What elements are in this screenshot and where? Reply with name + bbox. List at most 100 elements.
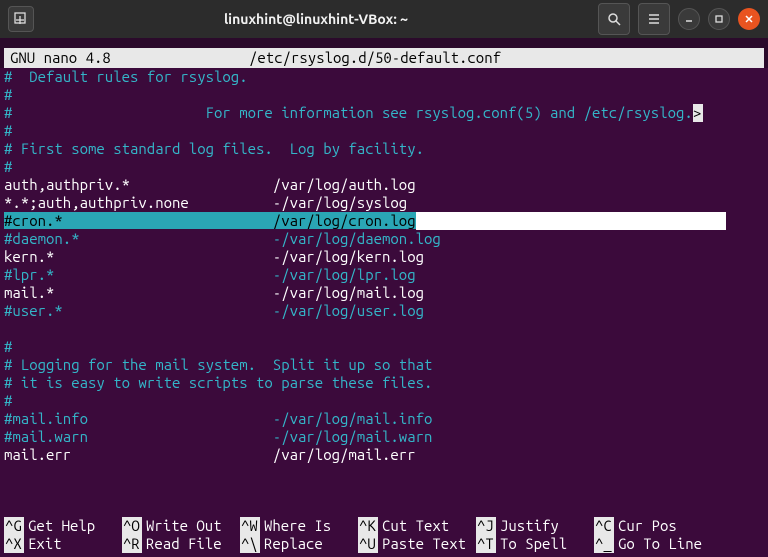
editor-line: #mail.info -/var/log/mail.info — [4, 410, 764, 428]
editor-line: # it is easy to write scripts to parse t… — [4, 374, 764, 392]
editor-line: # — [4, 86, 764, 104]
continuation-indicator: > — [693, 104, 703, 122]
editor-line: #mail.warn -/var/log/mail.warn — [4, 428, 764, 446]
footer-row-1: ^GGet Help^OWrite Out^WWhere Is^KCut Tex… — [4, 517, 764, 535]
comment-text: # — [4, 338, 12, 355]
minimize-icon — [684, 14, 694, 24]
shortcut-cell: ^WWhere Is — [240, 517, 358, 535]
editor-line: #user.* -/var/log/user.log — [4, 302, 764, 320]
shortcut-label: Where Is — [264, 517, 331, 535]
shortcut-cell: ^_Go To Line — [594, 535, 712, 553]
comment-text: # Default rules for rsyslog. — [4, 68, 248, 85]
window-titlebar: linuxhint@linuxhint-VBox: ~ — [0, 0, 768, 38]
shortcut-label: Write Out — [146, 517, 222, 535]
shortcut-key: ^_ — [594, 535, 614, 553]
editor-line: #daemon.* -/var/log/daemon.log — [4, 230, 764, 248]
shortcut-cell: ^GGet Help — [4, 517, 122, 535]
search-button[interactable] — [598, 3, 630, 35]
shortcut-cell: ^OWrite Out — [122, 517, 240, 535]
comment-text: # — [4, 86, 12, 103]
editor-line: *.*;auth,authpriv.none -/var/log/syslog — [4, 194, 764, 212]
minimize-button[interactable] — [678, 8, 700, 30]
shortcut-label: Cur Pos — [618, 517, 677, 535]
nano-footer: ^GGet Help^OWrite Out^WWhere Is^KCut Tex… — [0, 517, 768, 557]
comment-text: #user.* -/var/log/user.log — [4, 302, 424, 319]
comment-text: # For more information see rsyslog.conf(… — [4, 104, 693, 121]
hamburger-icon — [647, 12, 661, 26]
new-tab-icon — [14, 12, 28, 26]
close-icon — [744, 14, 754, 24]
shortcut-key: ^\ — [240, 535, 260, 553]
shortcut-label: To Spell — [500, 535, 567, 553]
shortcut-key: ^U — [358, 535, 378, 553]
window-title: linuxhint@linuxhint-VBox: ~ — [34, 11, 598, 27]
comment-text: # — [4, 122, 12, 139]
code-text: auth,authpriv.* /var/log/auth.log — [4, 176, 416, 193]
code-text: *.*;auth,authpriv.none -/var/log/syslog — [4, 194, 407, 211]
editor-line: # — [4, 338, 764, 356]
shortcut-cell: ^CCur Pos — [594, 517, 712, 535]
footer-row-2: ^XExit^RRead File^\Replace^UPaste Text^T… — [4, 535, 764, 553]
editor-line: # Logging for the mail system. Split it … — [4, 356, 764, 374]
hamburger-menu-button[interactable] — [638, 3, 670, 35]
comment-text: #lpr.* -/var/log/lpr.log — [4, 266, 416, 283]
shortcut-key: ^G — [4, 517, 24, 535]
shortcut-cell: ^\Replace — [240, 535, 358, 553]
shortcut-key: ^X — [4, 535, 24, 553]
titlebar-left — [8, 6, 34, 32]
comment-text: # First some standard log files. Log by … — [4, 140, 424, 157]
shortcut-cell: ^UPaste Text — [358, 535, 476, 553]
code-text: mail.err /var/log/mail.err — [4, 446, 416, 463]
editor-line: auth,authpriv.* /var/log/auth.log — [4, 176, 764, 194]
editor-line: # — [4, 122, 764, 140]
editor-line: # — [4, 392, 764, 410]
editor-line: #cron.* /var/log/cron.log — [4, 212, 764, 230]
nano-filename: /etc/rsyslog.d/50-default.conf — [249, 48, 764, 68]
new-tab-button[interactable] — [8, 6, 34, 32]
shortcut-key: ^K — [358, 517, 378, 535]
editor-line — [4, 320, 764, 338]
editor-line: mail.err /var/log/mail.err — [4, 446, 764, 464]
nano-version: GNU nano 4.8 — [4, 48, 249, 68]
editor-line: # Default rules for rsyslog. — [4, 68, 764, 86]
editor-line: # First some standard log files. Log by … — [4, 140, 764, 158]
current-line-highlight: #cron.* /var/log/cron.log — [4, 212, 416, 229]
editor-line: # For more information see rsyslog.conf(… — [4, 104, 764, 122]
maximize-button[interactable] — [708, 8, 730, 30]
nano-header-bar: GNU nano 4.8 /etc/rsyslog.d/50-default.c… — [4, 48, 764, 68]
close-button[interactable] — [738, 8, 760, 30]
shortcut-key: ^O — [122, 517, 142, 535]
shortcut-label: Cut Text — [382, 517, 449, 535]
editor-line: kern.* -/var/log/kern.log — [4, 248, 764, 266]
editor-viewport[interactable]: # Default rules for rsyslog.## For more … — [0, 68, 768, 517]
shortcut-key: ^W — [240, 517, 260, 535]
shortcut-label: Paste Text — [382, 535, 466, 553]
comment-text: #daemon.* -/var/log/daemon.log — [4, 230, 441, 247]
shortcut-label: Read File — [146, 535, 222, 553]
shortcut-label: Exit — [28, 535, 62, 553]
shortcut-label: Justify — [500, 517, 559, 535]
shortcut-key: ^C — [594, 517, 614, 535]
shortcut-cell: ^KCut Text — [358, 517, 476, 535]
shortcut-label: Get Help — [28, 517, 95, 535]
shortcut-cell: ^JJustify — [476, 517, 594, 535]
code-text: mail.* -/var/log/mail.log — [4, 284, 424, 301]
code-text: kern.* -/var/log/kern.log — [4, 248, 424, 265]
shortcut-key: ^T — [476, 535, 496, 553]
editor-line: mail.* -/var/log/mail.log — [4, 284, 764, 302]
comment-text: # it is easy to write scripts to parse t… — [4, 374, 432, 391]
shortcut-label: Go To Line — [618, 535, 702, 553]
shortcut-label: Replace — [264, 535, 323, 553]
comment-text: # Logging for the mail system. Split it … — [4, 356, 432, 373]
editor-line: #lpr.* -/var/log/lpr.log — [4, 266, 764, 284]
titlebar-right — [598, 3, 760, 35]
shortcut-key: ^R — [122, 535, 142, 553]
search-icon — [607, 12, 621, 26]
maximize-icon — [714, 14, 724, 24]
current-line-tail — [416, 212, 726, 230]
editor-line: # — [4, 158, 764, 176]
shortcut-cell: ^RRead File — [122, 535, 240, 553]
shortcut-cell: ^XExit — [4, 535, 122, 553]
editor-line — [4, 464, 764, 482]
comment-text: #mail.info -/var/log/mail.info — [4, 410, 432, 427]
